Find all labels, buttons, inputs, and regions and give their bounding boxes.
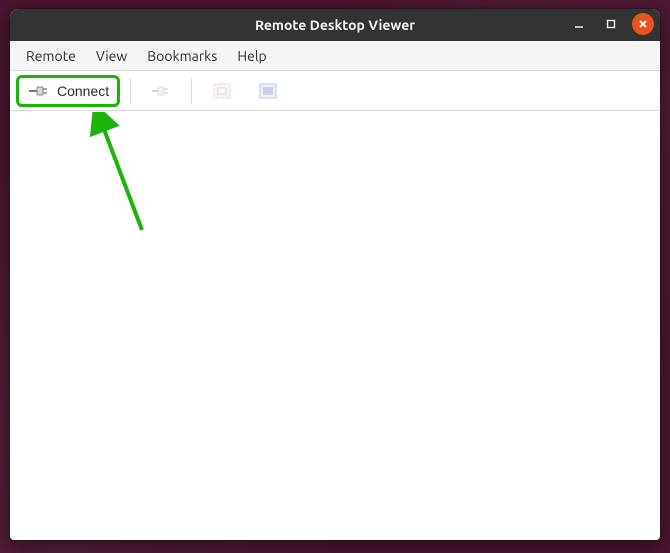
- toolbar: Connect: [10, 71, 660, 111]
- menu-view[interactable]: View: [86, 41, 137, 70]
- window-controls: [568, 13, 654, 35]
- connect-button-label: Connect: [57, 83, 109, 99]
- menu-help[interactable]: Help: [227, 41, 276, 70]
- menubar: Remote View Bookmarks Help: [10, 41, 660, 71]
- toolbar-separator: [191, 78, 192, 104]
- disconnect-plug-icon: [150, 80, 172, 102]
- window-title: Remote Desktop Viewer: [255, 17, 415, 33]
- content-area: [10, 111, 660, 540]
- close-button[interactable]: [632, 13, 654, 35]
- connect-button[interactable]: Connect: [16, 75, 120, 107]
- disconnect-button: [141, 75, 181, 107]
- toolbar-separator: [130, 78, 131, 104]
- fullscreen-button: [202, 75, 242, 107]
- scale-icon: [257, 80, 279, 102]
- titlebar: Remote Desktop Viewer: [10, 9, 660, 41]
- menu-remote[interactable]: Remote: [16, 41, 86, 70]
- app-window: Remote Desktop Viewer Remote View Bookma…: [10, 9, 660, 540]
- scale-button: [248, 75, 288, 107]
- minimize-button[interactable]: [568, 13, 590, 35]
- fullscreen-icon: [211, 80, 233, 102]
- menu-bookmarks[interactable]: Bookmarks: [137, 41, 227, 70]
- maximize-button[interactable]: [600, 13, 622, 35]
- connect-plug-icon: [27, 80, 49, 102]
